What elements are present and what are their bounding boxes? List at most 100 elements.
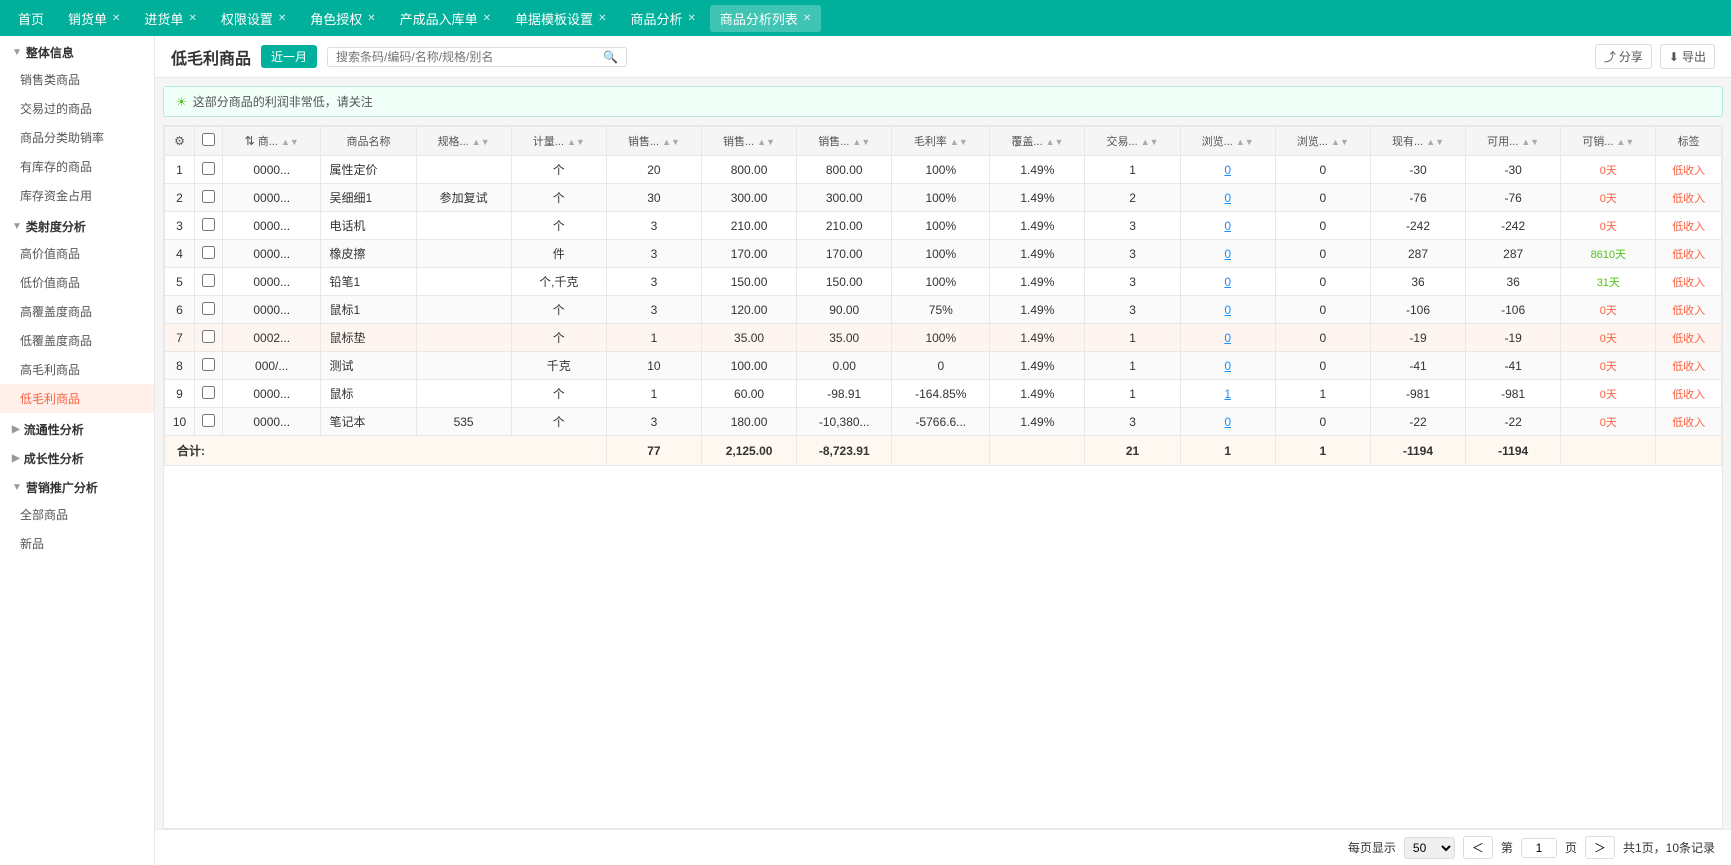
td-checkbox[interactable] — [195, 352, 223, 380]
td-browse1[interactable]: 0 — [1180, 240, 1275, 268]
sidebar-item-all-goods[interactable]: 全部商品 — [0, 500, 154, 529]
sidebar-group-growth[interactable]: ▶ 成长性分析 — [0, 442, 154, 471]
nav-permission-close[interactable]: ✕ — [278, 13, 286, 24]
th-settings[interactable]: ⚙ — [165, 127, 195, 156]
th-sales-amount[interactable]: 销售... ▲▼ — [797, 127, 892, 156]
td-sellable: 0天 — [1561, 212, 1656, 240]
td-checkbox[interactable] — [195, 324, 223, 352]
sidebar-item-high-profit[interactable]: 高毛利商品 — [0, 355, 154, 384]
nav-goods-list-close[interactable]: ✕ — [803, 13, 811, 24]
th-unit[interactable]: 计量... ▲▼ — [511, 127, 606, 156]
sidebar-item-low-profit[interactable]: 低毛利商品 — [0, 384, 154, 413]
export-button[interactable]: ⬇ 导出 — [1660, 44, 1715, 69]
nav-purchase-close[interactable]: ✕ — [188, 13, 196, 24]
td-checkbox[interactable] — [195, 408, 223, 436]
sidebar-group-value[interactable]: ▼ 类射度分析 — [0, 210, 154, 239]
nav-goods-close[interactable]: ✕ — [687, 13, 695, 24]
td-checkbox[interactable] — [195, 212, 223, 240]
sidebar-item-traded-goods[interactable]: 交易过的商品 — [0, 94, 154, 123]
next-page-btn[interactable]: ＞ — [1585, 836, 1615, 859]
row-checkbox[interactable] — [202, 162, 215, 175]
td-browse1[interactable]: 0 — [1180, 212, 1275, 240]
row-checkbox[interactable] — [202, 274, 215, 287]
per-page-select[interactable]: 50 100 200 — [1404, 837, 1455, 859]
nav-goods-list[interactable]: 商品分析列表 ✕ — [710, 5, 821, 32]
nav-home[interactable]: 首页 — [8, 5, 54, 32]
td-browse1[interactable]: 0 — [1180, 268, 1275, 296]
nav-product-inbound[interactable]: 产成品入库单 ✕ — [390, 5, 501, 32]
nav-purchase[interactable]: 进货单 ✕ — [134, 5, 206, 32]
row-checkbox[interactable] — [202, 302, 215, 315]
nav-template[interactable]: 单据模板设置 ✕ — [505, 5, 616, 32]
nav-sales-close[interactable]: ✕ — [112, 13, 120, 24]
row-checkbox[interactable] — [202, 330, 215, 343]
sidebar-item-low-coverage[interactable]: 低覆盖度商品 — [0, 326, 154, 355]
row-checkbox[interactable] — [202, 218, 215, 231]
settings-icon[interactable]: ⚙ — [174, 134, 185, 148]
sidebar-item-sales-goods[interactable]: 销售类商品 — [0, 65, 154, 94]
nav-sales[interactable]: 销货单 ✕ — [58, 5, 130, 32]
th-available[interactable]: 可用... ▲▼ — [1466, 127, 1561, 156]
prev-page-btn[interactable]: ＜ — [1463, 836, 1493, 859]
row-checkbox[interactable] — [202, 358, 215, 371]
td-checkbox[interactable] — [195, 156, 223, 184]
select-all-checkbox[interactable] — [202, 133, 215, 146]
sidebar-item-high-coverage[interactable]: 高覆盖度商品 — [0, 297, 154, 326]
search-input[interactable] — [336, 50, 599, 64]
th-gross-rate[interactable]: 毛利率 ▲▼ — [892, 127, 990, 156]
nav-permission[interactable]: 权限设置 ✕ — [211, 5, 296, 32]
nav-template-close[interactable]: ✕ — [598, 13, 606, 24]
sidebar-item-in-stock[interactable]: 有库存的商品 — [0, 152, 154, 181]
th-checkbox[interactable] — [195, 127, 223, 156]
th-code[interactable]: ⇅ 商... ▲▼ — [223, 127, 321, 156]
td-browse1[interactable]: 1 — [1180, 380, 1275, 408]
th-current-stock[interactable]: 现有... ▲▼ — [1370, 127, 1465, 156]
td-trade: 1 — [1085, 156, 1180, 184]
th-sellable[interactable]: 可销... ▲▼ — [1561, 127, 1656, 156]
th-tag[interactable]: 标签 — [1656, 127, 1722, 156]
td-checkbox[interactable] — [195, 380, 223, 408]
td-checkbox[interactable] — [195, 268, 223, 296]
page-number-input[interactable] — [1521, 838, 1557, 858]
th-sales-qty[interactable]: 销售... ▲▼ — [606, 127, 701, 156]
search-icon[interactable]: 🔍 — [603, 50, 618, 64]
table-wrapper[interactable]: ⚙ ⇅ 商... ▲▼ 商品名称 规格... ▲▼ 计量... ▲▼ 销售...… — [163, 125, 1723, 829]
th-browse2[interactable]: 浏览... ▲▼ — [1275, 127, 1370, 156]
nav-role[interactable]: 角色授权 ✕ — [300, 5, 385, 32]
nav-product-close[interactable]: ✕ — [483, 13, 491, 24]
td-browse1[interactable]: 0 — [1180, 324, 1275, 352]
td-browse1[interactable]: 0 — [1180, 408, 1275, 436]
td-sales-price: 180.00 — [701, 408, 796, 436]
sidebar-item-capital[interactable]: 库存资金占用 — [0, 181, 154, 210]
td-checkbox[interactable] — [195, 240, 223, 268]
sidebar-item-category-rate[interactable]: 商品分类助销率 — [0, 123, 154, 152]
th-spec[interactable]: 规格... ▲▼ — [416, 127, 511, 156]
share-button[interactable]: ⤴ 分享 — [1595, 44, 1652, 69]
th-name[interactable]: 商品名称 — [321, 127, 416, 156]
td-browse1[interactable]: 0 — [1180, 184, 1275, 212]
nav-goods-analysis[interactable]: 商品分析 ✕ — [620, 5, 705, 32]
td-browse1[interactable]: 0 — [1180, 156, 1275, 184]
period-button[interactable]: 近一月 — [261, 45, 317, 68]
nav-role-close[interactable]: ✕ — [367, 13, 375, 24]
td-checkbox[interactable] — [195, 184, 223, 212]
sidebar-item-low-value[interactable]: 低价值商品 — [0, 268, 154, 297]
row-checkbox[interactable] — [202, 386, 215, 399]
sidebar-item-new-goods[interactable]: 新品 — [0, 529, 154, 558]
td-current-stock: -76 — [1370, 184, 1465, 212]
td-name: 吴细细1 — [321, 184, 416, 212]
row-checkbox[interactable] — [202, 190, 215, 203]
td-browse1[interactable]: 0 — [1180, 352, 1275, 380]
th-trade[interactable]: 交易... ▲▼ — [1085, 127, 1180, 156]
th-sales-price[interactable]: 销售... ▲▼ — [701, 127, 796, 156]
row-checkbox[interactable] — [202, 246, 215, 259]
sidebar-item-high-value[interactable]: 高价值商品 — [0, 239, 154, 268]
th-browse1[interactable]: 浏览... ▲▼ — [1180, 127, 1275, 156]
td-browse1[interactable]: 0 — [1180, 296, 1275, 324]
td-checkbox[interactable] — [195, 296, 223, 324]
row-checkbox[interactable] — [202, 414, 215, 427]
sidebar-group-overall[interactable]: ▼ 整体信息 — [0, 36, 154, 65]
sidebar-group-circulation[interactable]: ▶ 流通性分析 — [0, 413, 154, 442]
th-coverage[interactable]: 覆盖... ▲▼ — [990, 127, 1085, 156]
sidebar-group-marketing[interactable]: ▼ 营销推广分析 — [0, 471, 154, 500]
